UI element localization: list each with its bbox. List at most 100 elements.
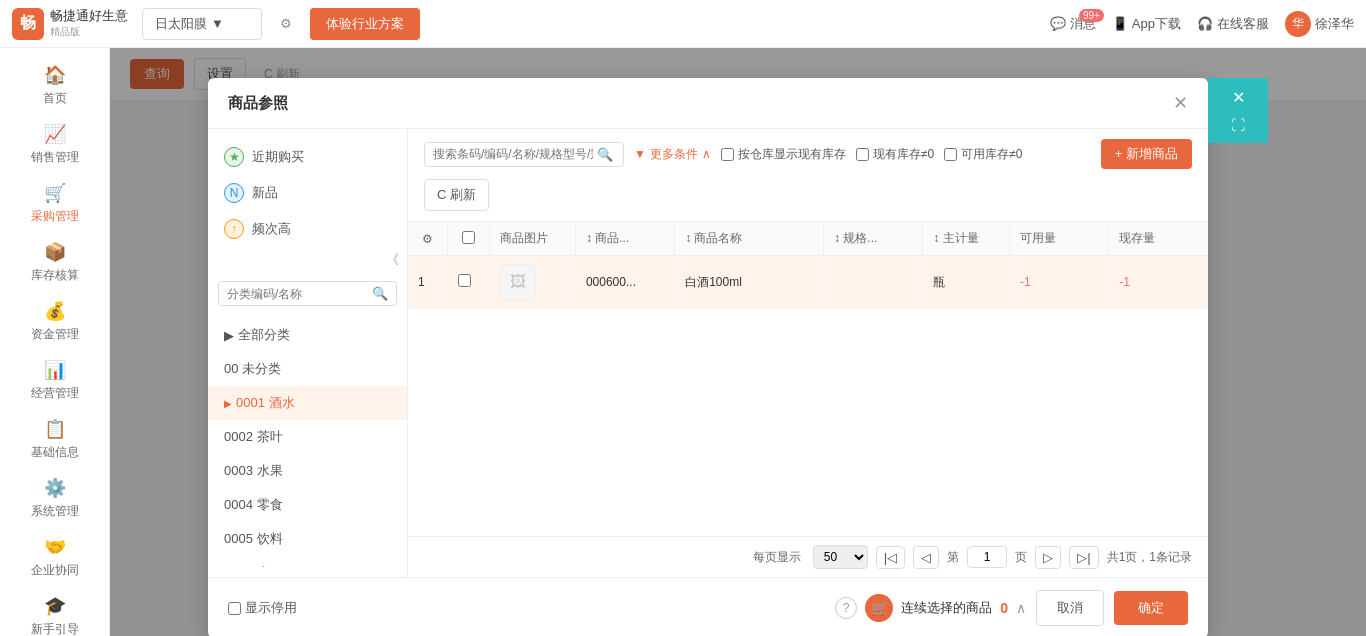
- top-nav: 畅 畅捷通好生意 精品版 日太阳膜 ▼ ⚙ 体验行业方案 💬 消息 99+ 📱 …: [0, 0, 1366, 48]
- category-item-uncategorized[interactable]: 00 未分类: [208, 352, 407, 386]
- checkbox-warehouse-stock-input[interactable]: [721, 148, 734, 161]
- username: 徐泽华: [1315, 15, 1354, 33]
- th-stock: 现存量: [1109, 222, 1208, 256]
- category-item-liquor[interactable]: ▶ 0001 酒水: [208, 386, 407, 420]
- confirm-button[interactable]: 确定: [1114, 591, 1188, 625]
- quick-item-frequent[interactable]: ↑ 频次高: [208, 211, 407, 247]
- category-item-drink[interactable]: 0005 饮料: [208, 522, 407, 556]
- row-checkbox[interactable]: [458, 274, 471, 287]
- checkbox-nonzero-stock-input[interactable]: [856, 148, 869, 161]
- category-label: 00 未分类: [224, 360, 281, 378]
- product-table-wrap: ⚙ 商品图片: [408, 222, 1208, 536]
- show-disabled-checkbox[interactable]: 显示停用: [228, 599, 297, 617]
- category-search-box: 🔍: [218, 281, 397, 306]
- guide-icon: 🎓: [44, 595, 66, 617]
- trial-button[interactable]: 体验行业方案: [310, 8, 420, 40]
- cancel-button[interactable]: 取消: [1036, 590, 1104, 626]
- image-icon: 🖼: [510, 273, 526, 291]
- modal-right-panel: 🔍 ▼ 更多条件 ∧ 按仓库显示现有库存: [408, 129, 1208, 577]
- sidebar-item-sales[interactable]: 📈 销售管理: [0, 115, 109, 174]
- page-input[interactable]: [967, 546, 1007, 568]
- show-disabled-input[interactable]: [228, 602, 241, 615]
- checkbox-nonzero-available-input[interactable]: [944, 148, 957, 161]
- sidebar-item-purchase[interactable]: 🛒 采购管理: [0, 174, 109, 233]
- th-check: [448, 222, 490, 256]
- nav-dropdown[interactable]: 日太阳膜 ▼: [142, 8, 262, 40]
- page-size-select[interactable]: 20 50 100: [813, 545, 868, 569]
- sidebar-item-operations[interactable]: 📊 经营管理: [0, 351, 109, 410]
- td-unit: 瓶: [923, 256, 1010, 309]
- app-download-button[interactable]: 📱 App下载: [1112, 15, 1181, 33]
- sidebar-item-collab[interactable]: 🤝 企业协同: [0, 528, 109, 587]
- th-label: 商品名称: [694, 231, 742, 245]
- add-product-button[interactable]: + 新增商品: [1101, 139, 1192, 169]
- product-search-input[interactable]: [433, 147, 593, 161]
- cart-text: 连续选择的商品: [901, 599, 992, 617]
- sidebar-item-finance[interactable]: 💰 资金管理: [0, 292, 109, 351]
- cart-collapse-icon[interactable]: ∧: [1016, 600, 1026, 616]
- nav-dropdown-label: 日太阳膜: [155, 15, 207, 33]
- settings-icon[interactable]: ⚙: [272, 10, 300, 38]
- sort-icon[interactable]: ↕: [586, 231, 592, 245]
- page-label: 第: [947, 549, 959, 566]
- search-icon[interactable]: 🔍: [372, 286, 388, 301]
- gear-icon[interactable]: ⚙: [422, 232, 433, 246]
- checkbox-nonzero-available[interactable]: 可用库存≠0: [944, 146, 1022, 163]
- teal-close-icon[interactable]: ✕: [1232, 88, 1245, 107]
- checkbox-warehouse-stock[interactable]: 按仓库显示现有库存: [721, 146, 846, 163]
- finance-icon: 💰: [44, 300, 66, 322]
- category-item-snack[interactable]: 0004 零食: [208, 488, 407, 522]
- sort-icon[interactable]: ↕: [834, 231, 840, 245]
- product-table: ⚙ 商品图片: [408, 222, 1208, 309]
- category-search-input[interactable]: [227, 287, 368, 301]
- page-first-button[interactable]: |◁: [876, 546, 905, 569]
- quick-item-new[interactable]: N 新品: [208, 175, 407, 211]
- refresh-button[interactable]: C 刷新: [424, 179, 489, 211]
- category-item-fruit[interactable]: 0003 水果: [208, 454, 407, 488]
- sidebar-item-inventory[interactable]: 📦 库存核算: [0, 233, 109, 292]
- filter-button[interactable]: ▼ 更多条件 ∧: [634, 146, 711, 163]
- quick-item-label: 频次高: [252, 220, 291, 238]
- filter-icon: ▼: [634, 147, 646, 161]
- user-menu[interactable]: 华 徐泽华: [1285, 11, 1354, 37]
- th-label: 商品...: [595, 231, 629, 245]
- sidebar-item-system[interactable]: ⚙️ 系统管理: [0, 469, 109, 528]
- cart-button[interactable]: 🛒: [865, 594, 893, 622]
- quick-item-recent[interactable]: ★ 近期购买: [208, 139, 407, 175]
- collapse-button[interactable]: 《: [208, 247, 407, 273]
- checkbox-label-text: 按仓库显示现有库存: [738, 146, 846, 163]
- total-info: 共1页，1条记录: [1107, 549, 1192, 566]
- page-last-button[interactable]: ▷|: [1069, 546, 1098, 569]
- modal-footer: 显示停用 ? 🛒 连续选择的商品 0 ∧ 取消 确定: [208, 577, 1208, 636]
- table-row[interactable]: 1 🖼: [408, 256, 1208, 309]
- th-settings: ⚙: [408, 222, 448, 256]
- page-next-button[interactable]: ▷: [1035, 546, 1061, 569]
- online-service-button[interactable]: 🎧 在线客服: [1197, 15, 1269, 33]
- logo-text: 畅捷通好生意: [50, 8, 128, 25]
- th-label: 主计量: [943, 231, 979, 245]
- teal-expand-icon[interactable]: ⛶: [1231, 117, 1245, 133]
- modal-close-button[interactable]: ✕: [1173, 92, 1188, 114]
- sort-icon[interactable]: ↕: [685, 231, 691, 245]
- checkbox-nonzero-stock[interactable]: 现有库存≠0: [856, 146, 934, 163]
- checkbox-label-text: 可用库存≠0: [961, 146, 1022, 163]
- sidebar-item-label: 新手引导: [31, 621, 79, 636]
- help-icon[interactable]: ?: [835, 597, 857, 619]
- category-item-water[interactable]: 0008 水: [208, 556, 407, 567]
- active-arrow: ▶: [224, 398, 232, 409]
- logo-sub: 精品版: [50, 25, 128, 39]
- th-available: 可用量: [1010, 222, 1109, 256]
- modal-toolbar: 🔍 ▼ 更多条件 ∧ 按仓库显示现有库存: [408, 129, 1208, 222]
- select-all-checkbox[interactable]: [462, 231, 475, 244]
- sidebar: 🏠 首页 📈 销售管理 🛒 采购管理 📦 库存核算 💰 资金管理 📊 经营管理 …: [0, 48, 110, 636]
- sidebar-item-basic-info[interactable]: 📋 基础信息: [0, 410, 109, 469]
- category-item-all[interactable]: ▶ 全部分类: [208, 318, 407, 352]
- modal-overlay: 商品参照 ✕ ★ 近期购买 N 新品: [110, 48, 1366, 636]
- category-item-tea[interactable]: 0002 茶叶: [208, 420, 407, 454]
- sort-icon[interactable]: ↕: [933, 231, 939, 245]
- sidebar-item-guide[interactable]: 🎓 新手引导: [0, 587, 109, 636]
- page-prev-button[interactable]: ◁: [913, 546, 939, 569]
- message-button[interactable]: 💬 消息 99+: [1050, 15, 1096, 33]
- search-icon[interactable]: 🔍: [597, 147, 613, 162]
- sidebar-item-home[interactable]: 🏠 首页: [0, 56, 109, 115]
